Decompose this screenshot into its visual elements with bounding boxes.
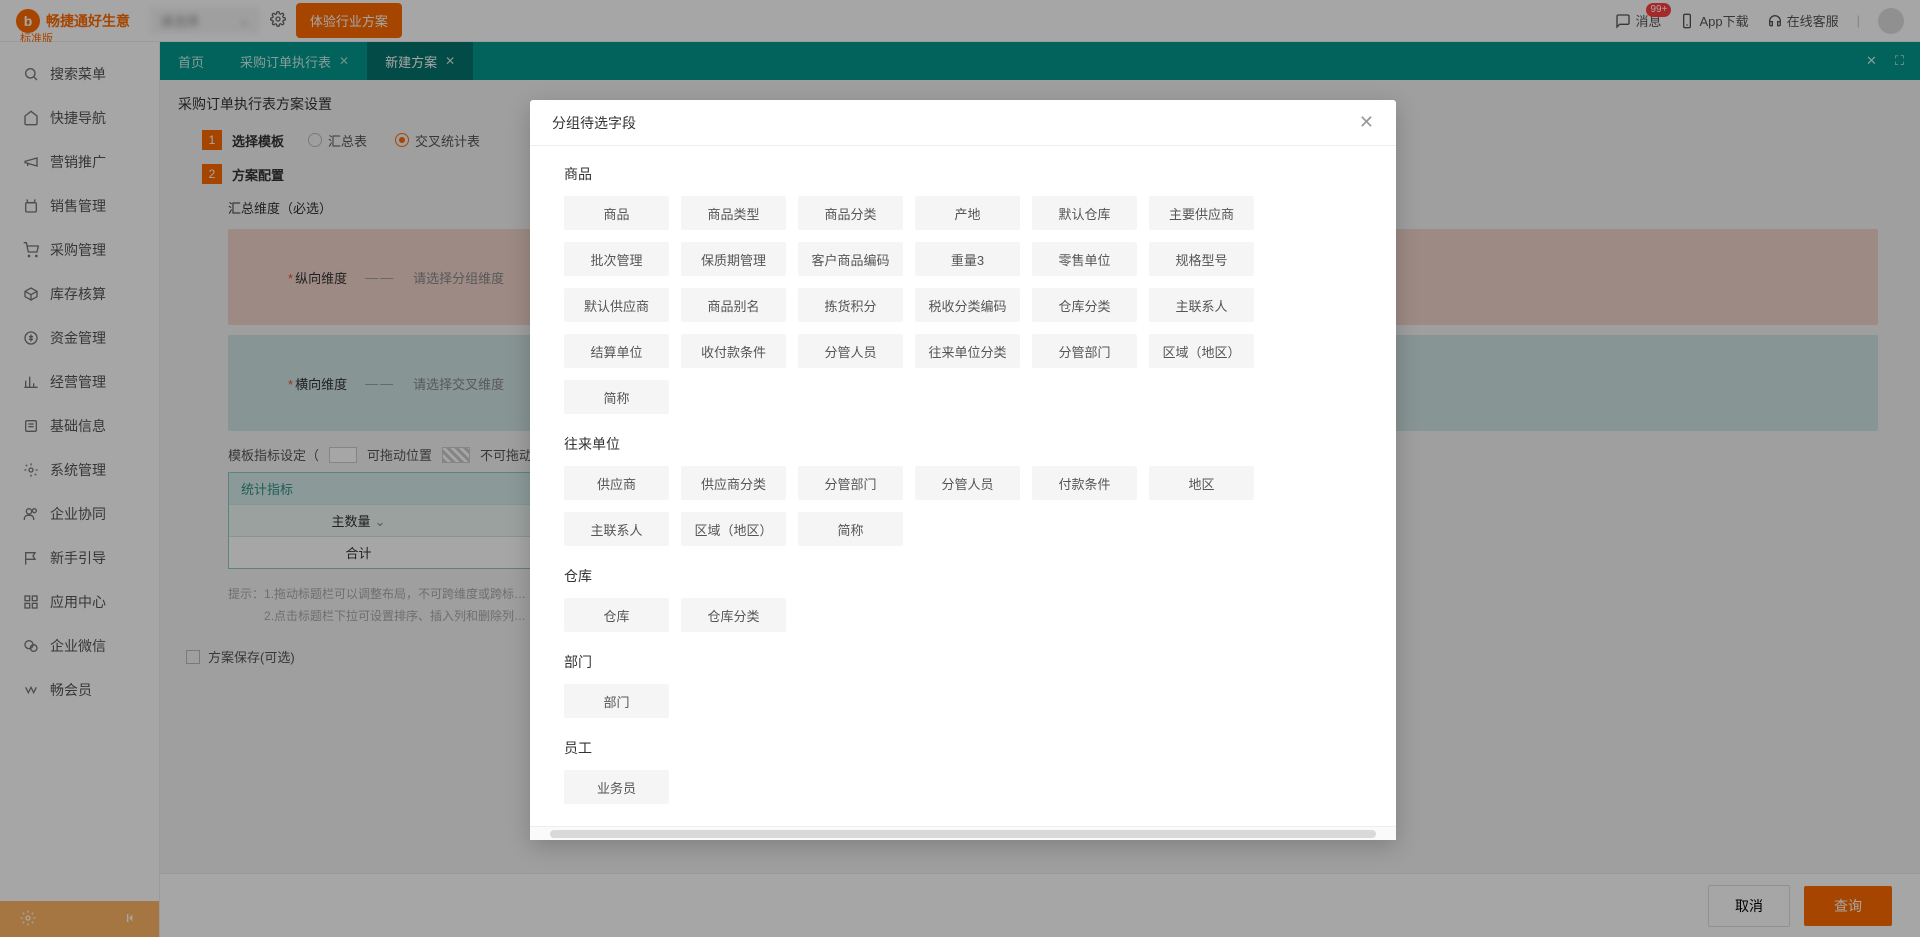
- field-chip[interactable]: 产地: [915, 196, 1020, 230]
- field-chip[interactable]: 区域（地区）: [1149, 334, 1254, 368]
- field-chip[interactable]: 重量3: [915, 242, 1020, 276]
- field-group-商品: 商品商品商品类型商品分类产地默认仓库主要供应商批次管理保质期管理客户商品编码重量…: [564, 164, 1362, 414]
- field-chip[interactable]: 税收分类编码: [915, 288, 1020, 322]
- field-picker-modal: 分组待选字段 ✕ 商品商品商品类型商品分类产地默认仓库主要供应商批次管理保质期管…: [530, 100, 1396, 840]
- field-chip[interactable]: 商品: [564, 196, 669, 230]
- field-chip[interactable]: 仓库: [564, 598, 669, 632]
- group-title: 员工: [564, 738, 1362, 758]
- field-group-仓库: 仓库仓库仓库分类: [564, 566, 1362, 632]
- chip-row: 仓库仓库分类: [564, 598, 1362, 632]
- modal-title: 分组待选字段: [552, 113, 636, 133]
- field-chip[interactable]: 分管人员: [915, 466, 1020, 500]
- modal-close-icon[interactable]: ✕: [1359, 112, 1374, 133]
- field-chip[interactable]: 部门: [564, 684, 669, 718]
- field-chip[interactable]: 地区: [1149, 466, 1254, 500]
- field-chip[interactable]: 结算单位: [564, 334, 669, 368]
- chip-row: 供应商供应商分类分管部门分管人员付款条件地区主联系人区域（地区） 简称: [564, 466, 1362, 546]
- field-chip[interactable]: 往来单位分类: [915, 334, 1020, 368]
- field-chip[interactable]: 分管部门: [1032, 334, 1137, 368]
- field-chip[interactable]: 批次管理: [564, 242, 669, 276]
- field-chip[interactable]: 区域（地区）: [681, 512, 786, 546]
- field-group-部门: 部门部门: [564, 652, 1362, 718]
- field-group-往来单位: 往来单位供应商供应商分类分管部门分管人员付款条件地区主联系人区域（地区） 简称: [564, 434, 1362, 546]
- field-chip[interactable]: 仓库分类: [681, 598, 786, 632]
- modal-body[interactable]: 商品商品商品类型商品分类产地默认仓库主要供应商批次管理保质期管理客户商品编码重量…: [530, 146, 1396, 826]
- field-group-员工: 员工业务员: [564, 738, 1362, 804]
- field-chip[interactable]: 供应商分类: [681, 466, 786, 500]
- group-title: 往来单位: [564, 434, 1362, 454]
- field-chip[interactable]: 主联系人: [1149, 288, 1254, 322]
- field-chip[interactable]: 客户商品编码: [798, 242, 903, 276]
- field-chip[interactable]: 规格型号: [1149, 242, 1254, 276]
- field-chip[interactable]: 默认供应商: [564, 288, 669, 322]
- field-chip[interactable]: 分管部门: [798, 466, 903, 500]
- field-chip[interactable]: 业务员: [564, 770, 669, 804]
- field-chip[interactable]: 保质期管理: [681, 242, 786, 276]
- field-chip[interactable]: 拣货积分: [798, 288, 903, 322]
- field-chip[interactable]: 简称: [798, 512, 903, 546]
- field-chip[interactable]: 仓库分类: [1032, 288, 1137, 322]
- field-chip[interactable]: 付款条件: [1032, 466, 1137, 500]
- field-chip[interactable]: 商品分类: [798, 196, 903, 230]
- field-chip[interactable]: 主要供应商: [1149, 196, 1254, 230]
- field-chip[interactable]: 商品类型: [681, 196, 786, 230]
- group-title: 商品: [564, 164, 1362, 184]
- chip-row: 部门: [564, 684, 1362, 718]
- field-chip[interactable]: 默认仓库: [1032, 196, 1137, 230]
- field-chip[interactable]: 主联系人: [564, 512, 669, 546]
- field-chip[interactable]: 简称: [564, 380, 669, 414]
- modal-header: 分组待选字段 ✕: [530, 100, 1396, 146]
- field-chip[interactable]: 收付款条件: [681, 334, 786, 368]
- group-title: 仓库: [564, 566, 1362, 586]
- modal-horizontal-scrollbar[interactable]: [530, 826, 1396, 840]
- field-chip[interactable]: 商品别名: [681, 288, 786, 322]
- chip-row: 业务员: [564, 770, 1362, 804]
- field-chip[interactable]: 零售单位: [1032, 242, 1137, 276]
- field-chip[interactable]: 供应商: [564, 466, 669, 500]
- group-title: 部门: [564, 652, 1362, 672]
- chip-row: 商品商品类型商品分类产地默认仓库主要供应商批次管理保质期管理客户商品编码重量3 零…: [564, 196, 1362, 414]
- field-chip[interactable]: 分管人员: [798, 334, 903, 368]
